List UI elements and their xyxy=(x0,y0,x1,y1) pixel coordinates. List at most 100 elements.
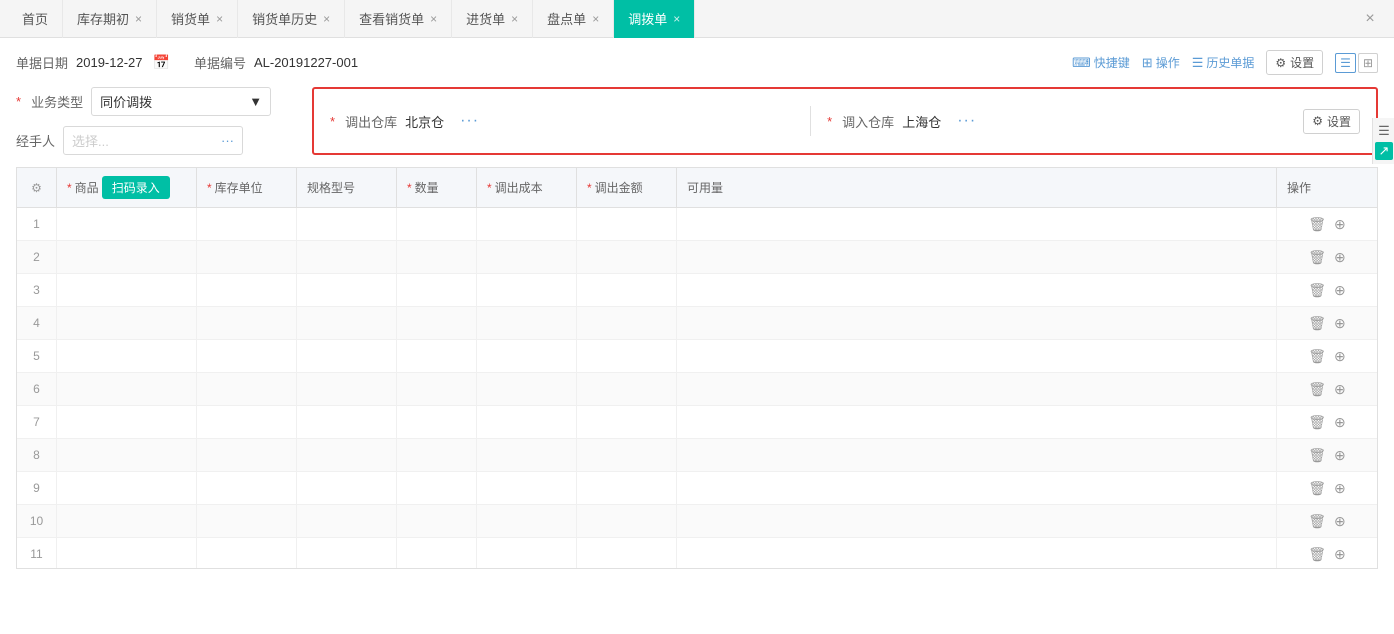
tab-inventory-close[interactable]: × xyxy=(592,12,599,26)
row-amount-1[interactable] xyxy=(577,208,677,240)
th-unit: * 库存单位 xyxy=(197,168,297,207)
th-spec-label: 规格型号 xyxy=(307,179,355,196)
row-unit-1[interactable] xyxy=(197,208,297,240)
close-all-tabs-button[interactable]: × xyxy=(1354,0,1386,38)
delete-icon[interactable]: 🗑 xyxy=(1308,216,1326,233)
row-qty-1[interactable] xyxy=(397,208,477,240)
biz-type-dropdown[interactable]: 同价调拨 ▼ xyxy=(91,87,271,116)
date-label: 单据日期 xyxy=(16,53,68,72)
row-available-2[interactable] xyxy=(677,241,1277,273)
row-ops-1: 🗑 ⊕ xyxy=(1277,208,1377,240)
th-cost: * 调出成本 xyxy=(477,168,577,207)
th-qty: * 数量 xyxy=(397,168,477,207)
tab-inventory-init[interactable]: 库存期初 × xyxy=(63,0,157,38)
row-unit-2[interactable] xyxy=(197,241,297,273)
tab-purchase[interactable]: 进货单 × xyxy=(452,0,533,38)
shortcut-action[interactable]: ⌨ 快捷键 xyxy=(1072,54,1130,71)
tab-sales-order[interactable]: 销货单 × xyxy=(157,0,238,38)
row-cost-1[interactable] xyxy=(477,208,577,240)
person-dots: ··· xyxy=(221,133,234,148)
table-row: 1 🗑 ⊕ xyxy=(17,208,1377,241)
ops-icon: ⊞ xyxy=(1142,55,1153,71)
in-warehouse-section: * 调入仓库 上海仓 ··· xyxy=(827,112,1291,131)
tab-view-sales-close[interactable]: × xyxy=(430,12,437,26)
ops-action[interactable]: ⊞ 操作 xyxy=(1142,54,1180,71)
copy-icon[interactable]: ⊕ xyxy=(1334,282,1346,299)
tab-purchase-close[interactable]: × xyxy=(511,12,518,26)
table-row: 7 🗑 ⊕ xyxy=(17,406,1377,439)
copy-icon[interactable]: ⊕ xyxy=(1334,447,1346,464)
tab-transfer[interactable]: 调拨单 × xyxy=(614,0,695,38)
warehouse-setting-button[interactable]: ⚙ 设置 xyxy=(1303,109,1360,134)
list-view-icon[interactable]: ☰ xyxy=(1335,53,1356,73)
delete-icon[interactable]: 🗑 xyxy=(1308,513,1326,530)
tab-home[interactable]: 首页 xyxy=(8,0,63,38)
th-gear[interactable]: ⚙ xyxy=(17,168,57,207)
delete-icon[interactable]: 🗑 xyxy=(1308,414,1326,431)
delete-icon[interactable]: 🗑 xyxy=(1308,546,1326,563)
row-no-1: 1 xyxy=(17,208,57,240)
tab-transfer-close[interactable]: × xyxy=(673,12,680,26)
setting-button[interactable]: ⚙ 设置 xyxy=(1266,50,1323,75)
in-warehouse-more-icon[interactable]: ··· xyxy=(957,112,976,130)
row-product-1[interactable] xyxy=(57,208,197,240)
history-action[interactable]: ☰ 历史单据 xyxy=(1192,54,1255,71)
row-product-2[interactable] xyxy=(57,241,197,273)
tab-sales-order-close[interactable]: × xyxy=(216,12,223,26)
delete-icon[interactable]: 🗑 xyxy=(1308,381,1326,398)
copy-icon[interactable]: ⊕ xyxy=(1334,249,1346,266)
tab-view-sales[interactable]: 查看销货单 × xyxy=(345,0,452,38)
biz-type-row: * 业务类型 同价调拨 ▼ xyxy=(16,87,296,116)
row-amount-2[interactable] xyxy=(577,241,677,273)
delete-icon[interactable]: 🗑 xyxy=(1308,249,1326,266)
copy-icon[interactable]: ⊕ xyxy=(1334,315,1346,332)
biz-type-chevron-icon: ▼ xyxy=(249,94,262,109)
form-left: * 业务类型 同价调拨 ▼ 经手人 选择... ··· xyxy=(16,87,296,155)
tab-sales-history[interactable]: 销货单历史 × xyxy=(238,0,345,38)
right-sidebar: ☰ ↗ xyxy=(1372,118,1394,164)
layout-toggle[interactable]: ☰ ⊞ xyxy=(1335,53,1378,73)
calendar-icon[interactable]: 📅 xyxy=(153,54,170,71)
copy-icon[interactable]: ⊕ xyxy=(1334,513,1346,530)
row-qty-2[interactable] xyxy=(397,241,477,273)
out-warehouse-section: * 调出仓库 北京仓 ··· xyxy=(330,112,794,131)
setting-label: 设置 xyxy=(1290,54,1314,71)
sidebar-list-icon[interactable]: ☰ xyxy=(1375,122,1393,140)
delete-icon[interactable]: 🗑 xyxy=(1308,348,1326,365)
tab-inventory-init-close[interactable]: × xyxy=(135,12,142,26)
table-row: 3 🗑 ⊕ xyxy=(17,274,1377,307)
tab-inventory[interactable]: 盘点单 × xyxy=(533,0,614,38)
delete-icon[interactable]: 🗑 xyxy=(1308,282,1326,299)
table-container: ⚙ * 商品 扫码录入 * 库存单位 规格型号 * 数量 * 调出成本 xyxy=(16,167,1378,569)
tab-sales-history-label: 销货单历史 xyxy=(252,9,317,28)
copy-icon[interactable]: ⊕ xyxy=(1334,381,1346,398)
person-row: 经手人 选择... ··· xyxy=(16,126,296,155)
table-header: ⚙ * 商品 扫码录入 * 库存单位 规格型号 * 数量 * 调出成本 xyxy=(17,168,1377,208)
row-cost-2[interactable] xyxy=(477,241,577,273)
delete-icon[interactable]: 🗑 xyxy=(1308,447,1326,464)
copy-icon[interactable]: ⊕ xyxy=(1334,480,1346,497)
th-spec: 规格型号 xyxy=(297,168,397,207)
copy-icon[interactable]: ⊕ xyxy=(1334,546,1346,563)
row-available-1[interactable] xyxy=(677,208,1277,240)
scan-button[interactable]: 扫码录入 xyxy=(102,176,170,199)
delete-icon[interactable]: 🗑 xyxy=(1308,315,1326,332)
person-label: 经手人 xyxy=(16,131,55,150)
tab-sales-history-close[interactable]: × xyxy=(323,12,330,26)
th-available-label: 可用量 xyxy=(687,179,723,196)
row-spec-1[interactable] xyxy=(297,208,397,240)
out-warehouse-more-icon[interactable]: ··· xyxy=(460,112,479,130)
row-spec-2[interactable] xyxy=(297,241,397,273)
delete-icon[interactable]: 🗑 xyxy=(1308,480,1326,497)
warehouse-setting-label: 设置 xyxy=(1327,113,1351,130)
setting-gear-icon: ⚙ xyxy=(1275,56,1286,70)
copy-icon[interactable]: ⊕ xyxy=(1334,414,1346,431)
table-row: 5 🗑 ⊕ xyxy=(17,340,1377,373)
sidebar-expand-icon[interactable]: ↗ xyxy=(1375,142,1393,160)
person-dropdown[interactable]: 选择... ··· xyxy=(63,126,243,155)
copy-icon[interactable]: ⊕ xyxy=(1334,348,1346,365)
docno-label: 单据编号 xyxy=(194,53,246,72)
grid-view-icon[interactable]: ⊞ xyxy=(1358,53,1378,73)
copy-icon[interactable]: ⊕ xyxy=(1334,216,1346,233)
th-ops: 操作 xyxy=(1277,168,1377,207)
